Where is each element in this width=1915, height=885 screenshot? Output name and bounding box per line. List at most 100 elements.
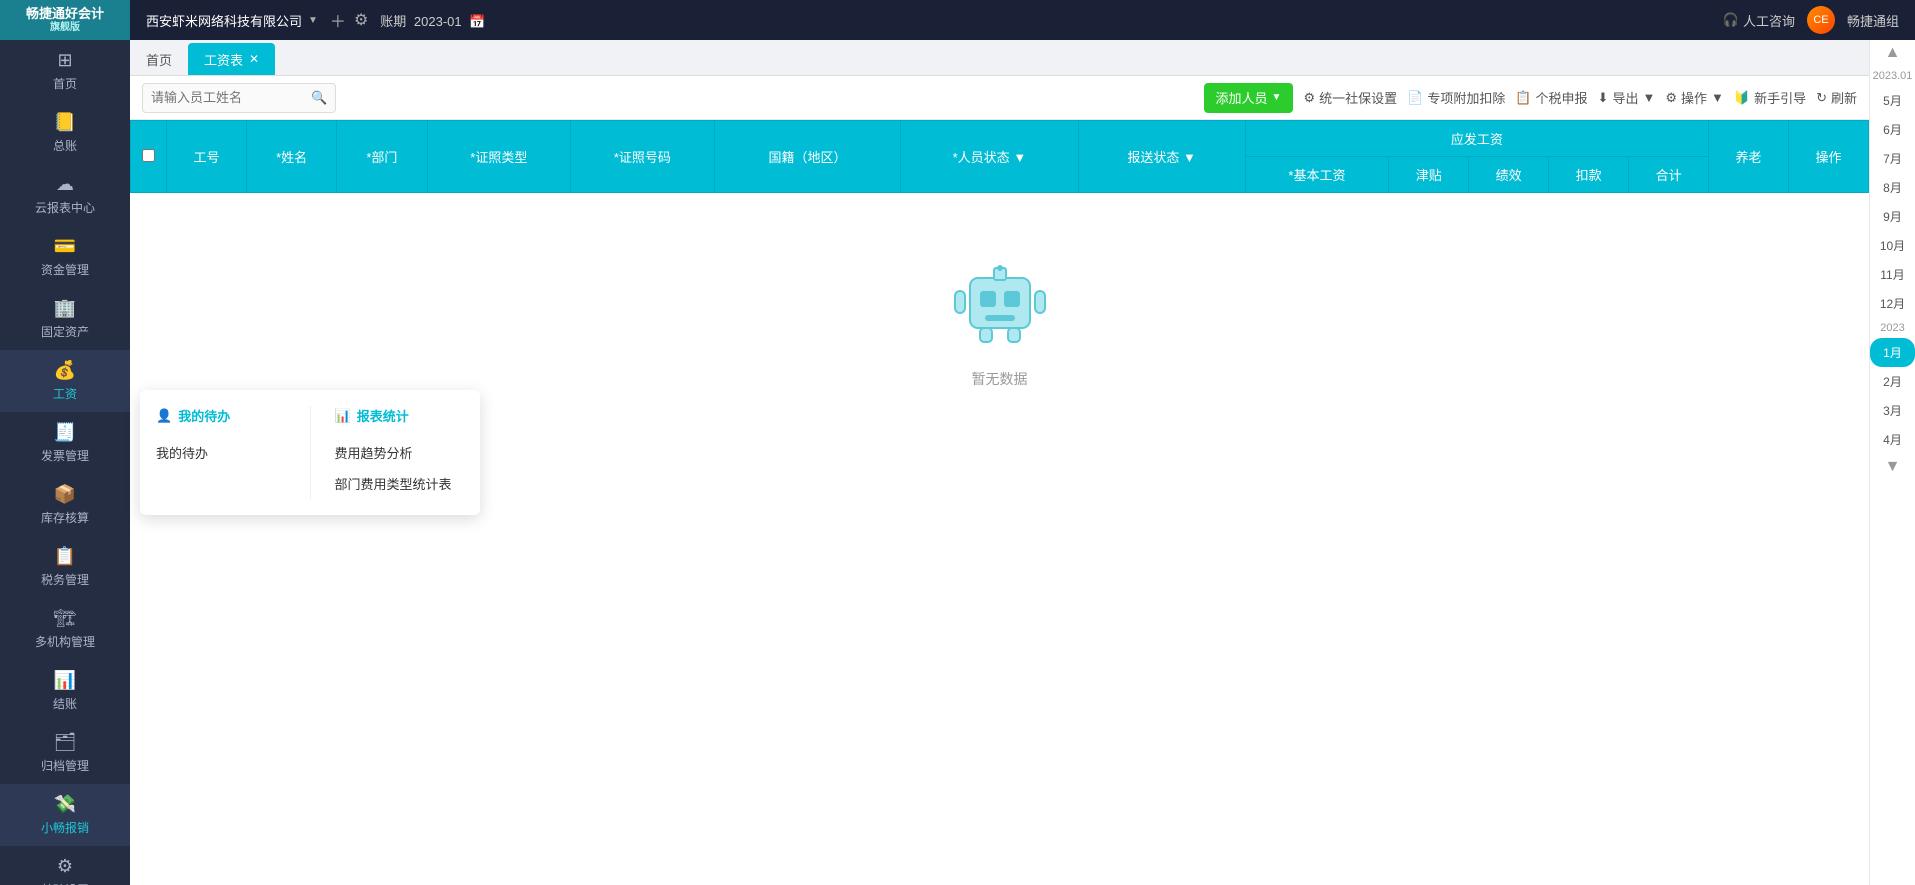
tab-close-icon[interactable]: ✕ — [249, 52, 259, 66]
popup-section-report: 📊 报表统计 费用趋势分析 部门费用类型统计表 — [335, 406, 465, 499]
sidebar-item-fixed-assets[interactable]: 🏢 固定资产 — [0, 288, 130, 350]
search-icon: 🔍 — [311, 90, 327, 106]
month-item-2[interactable]: 2月 — [1870, 367, 1915, 396]
col-id-type: *证照类型 — [427, 121, 571, 193]
new-guide-action[interactable]: 🔰 新手引导 — [1734, 88, 1806, 107]
operation-action[interactable]: ⚙ 操作 ▼ — [1665, 88, 1724, 107]
month-item-8[interactable]: 8月 — [1870, 173, 1915, 202]
col-deduction: 扣款 — [1549, 157, 1629, 193]
sidebar-item-xiaochang[interactable]: 💸 小畅报销 — [0, 784, 130, 846]
table-checkbox-header[interactable] — [131, 121, 167, 193]
month-item-5[interactable]: 5月 — [1870, 86, 1915, 115]
logo-area: 畅捷通好会计 旗舰版 — [0, 0, 130, 40]
month-item-12[interactable]: 12月 — [1870, 289, 1915, 318]
social-insurance-action[interactable]: ⚙ 统一社保设置 — [1303, 88, 1397, 107]
month-item-10[interactable]: 10月 — [1870, 231, 1915, 260]
home-icon: ⊞ — [57, 50, 72, 71]
month-item-1-active[interactable]: 1月 — [1870, 338, 1915, 367]
archive-icon: 🗂 — [54, 732, 77, 753]
sidebar-item-archive[interactable]: 🗂 归档管理 — [0, 722, 130, 784]
logo-text: 畅捷通好会计 旗舰版 — [26, 6, 104, 34]
sidebar-item-invoice[interactable]: 🧾 发票管理 — [0, 412, 130, 474]
col-id-no: *证照号码 — [571, 121, 715, 193]
tab-salary-sheet[interactable]: 工资表 ✕ — [188, 43, 275, 75]
cloud-icon: ☁ — [56, 174, 74, 195]
month-item-9[interactable]: 9月 — [1870, 202, 1915, 231]
col-operation: 操作 — [1789, 121, 1869, 193]
sidebar-item-cloud-report[interactable]: ☁ 云报表中心 — [0, 164, 130, 226]
report-filter-icon[interactable]: ▼ — [1183, 150, 1196, 165]
month-item-4[interactable]: 4月 — [1870, 425, 1915, 454]
todo-icon: 👤 — [156, 408, 172, 424]
salary-table: 工号 *姓名 *部门 *证照类型 *证照号码 国籍（地区） *人员状态 ▼ 报送… — [130, 120, 1869, 389]
headset-icon: 🎧 — [1723, 12, 1739, 28]
operation-arrow-icon: ▼ — [1711, 90, 1724, 105]
month-nav-down[interactable]: ▼ — [1881, 454, 1905, 480]
popup-item-cost-trend[interactable]: 费用趋势分析 — [335, 437, 465, 468]
select-all-checkbox[interactable] — [142, 149, 155, 162]
sidebar-item-basic[interactable]: ⚙ 基础设置 — [0, 846, 130, 885]
popup-section2-title: 📊 报表统计 — [335, 406, 465, 425]
search-wrap: 🔍 — [142, 83, 336, 113]
refresh-action[interactable]: ↻ 刷新 — [1816, 88, 1857, 107]
special-deduction-action[interactable]: 📄 专项附加扣除 — [1407, 88, 1505, 107]
dropdown-popup: 👤 我的待办 我的待办 📊 报表统计 费用趋势分析 部门费用类型统计表 — [140, 390, 480, 515]
popup-item-todo[interactable]: 我的待办 — [156, 437, 286, 468]
month-item-6[interactable]: 6月 — [1870, 115, 1915, 144]
add-company-button[interactable]: ＋ — [330, 8, 346, 32]
sidebar-item-ledger[interactable]: 📒 总账 — [0, 102, 130, 164]
col-employee-no: 工号 — [167, 121, 247, 193]
inventory-icon: 📦 — [54, 484, 76, 505]
sidebar-item-tax[interactable]: 📋 税务管理 — [0, 536, 130, 598]
sidebar-item-inventory[interactable]: 📦 库存核算 — [0, 474, 130, 536]
sidebar-item-fund[interactable]: 💳 资金管理 — [0, 226, 130, 288]
support-button[interactable]: 🎧 人工咨询 — [1723, 11, 1795, 30]
status-filter-icon[interactable]: ▼ — [1013, 150, 1026, 165]
refresh-icon: ↻ — [1816, 90, 1827, 106]
month-item-7[interactable]: 7月 — [1870, 144, 1915, 173]
month-nav-up[interactable]: ▲ — [1881, 40, 1905, 66]
ledger-icon: 📒 — [54, 112, 76, 133]
add-person-button[interactable]: 添加人员 ▼ — [1204, 83, 1294, 113]
operation-icon: ⚙ — [1665, 90, 1677, 106]
period-label: 账期 2023-01 📅 — [380, 11, 485, 30]
username[interactable]: 畅捷通组 — [1847, 11, 1899, 30]
company-dropdown-icon[interactable]: ▼ — [308, 15, 318, 26]
col-nationality: 国籍（地区） — [714, 121, 901, 193]
year-current-label: 2023 — [1870, 318, 1915, 338]
special-deduction-icon: 📄 — [1407, 90, 1423, 106]
sidebar-item-home[interactable]: ⊞ 首页 — [0, 40, 130, 102]
col-pension: 养老 — [1709, 121, 1789, 193]
right-panel: ▲ 2023.01 5月 6月 7月 8月 9月 10月 11月 12月 202… — [1869, 40, 1915, 885]
sidebar-item-closing[interactable]: 📊 结账 — [0, 660, 130, 722]
xiaochang-icon: 💸 — [54, 794, 76, 815]
month-item-3[interactable]: 3月 — [1870, 396, 1915, 425]
popup-item-dept-cost[interactable]: 部门费用类型统计表 — [335, 468, 465, 499]
sidebar-item-multi-org[interactable]: 🏗 多机构管理 — [0, 598, 130, 660]
social-insurance-icon: ⚙ — [1303, 90, 1315, 106]
tab-bar: 首页 工资表 ✕ — [130, 40, 1869, 76]
popup-section1-title: 👤 我的待办 — [156, 406, 286, 425]
tax-report-action[interactable]: 📋 个税申报 — [1515, 88, 1587, 107]
col-dept: *部门 — [337, 121, 427, 193]
no-data-text: 暂无数据 — [972, 369, 1028, 389]
sidebar: ⊞ 首页 📒 总账 ☁ 云报表中心 💳 资金管理 🏢 固定资产 💰 工资 🧾 发… — [0, 40, 130, 885]
fixed-assets-icon: 🏢 — [54, 298, 76, 319]
export-action[interactable]: ⬇ 导出 ▼ — [1598, 88, 1656, 107]
company-name[interactable]: 西安虾米网络科技有限公司 — [146, 11, 302, 30]
multi-org-icon: 🏗 — [54, 608, 77, 629]
col-report-status: 报送状态 ▼ — [1078, 121, 1245, 193]
sidebar-item-salary[interactable]: 💰 工资 — [0, 350, 130, 412]
calendar-icon[interactable]: 📅 — [469, 14, 485, 29]
search-input[interactable] — [151, 90, 311, 105]
avatar: CE — [1807, 6, 1835, 34]
popup-sections: 👤 我的待办 我的待办 📊 报表统计 费用趋势分析 部门费用类型统计表 — [156, 406, 464, 499]
top-header: 畅捷通好会计 旗舰版 西安虾米网络科技有限公司 ▼ ＋ ⚙ 账期 2023-01… — [0, 0, 1915, 40]
salary-icon: 💰 — [54, 360, 76, 381]
tax-report-icon: 📋 — [1515, 90, 1531, 106]
settings-button[interactable]: ⚙ — [354, 10, 368, 30]
report-icon: 📊 — [335, 408, 351, 424]
month-item-11[interactable]: 11月 — [1870, 260, 1915, 289]
col-total: 合计 — [1629, 157, 1709, 193]
tab-home[interactable]: 首页 — [130, 43, 188, 75]
